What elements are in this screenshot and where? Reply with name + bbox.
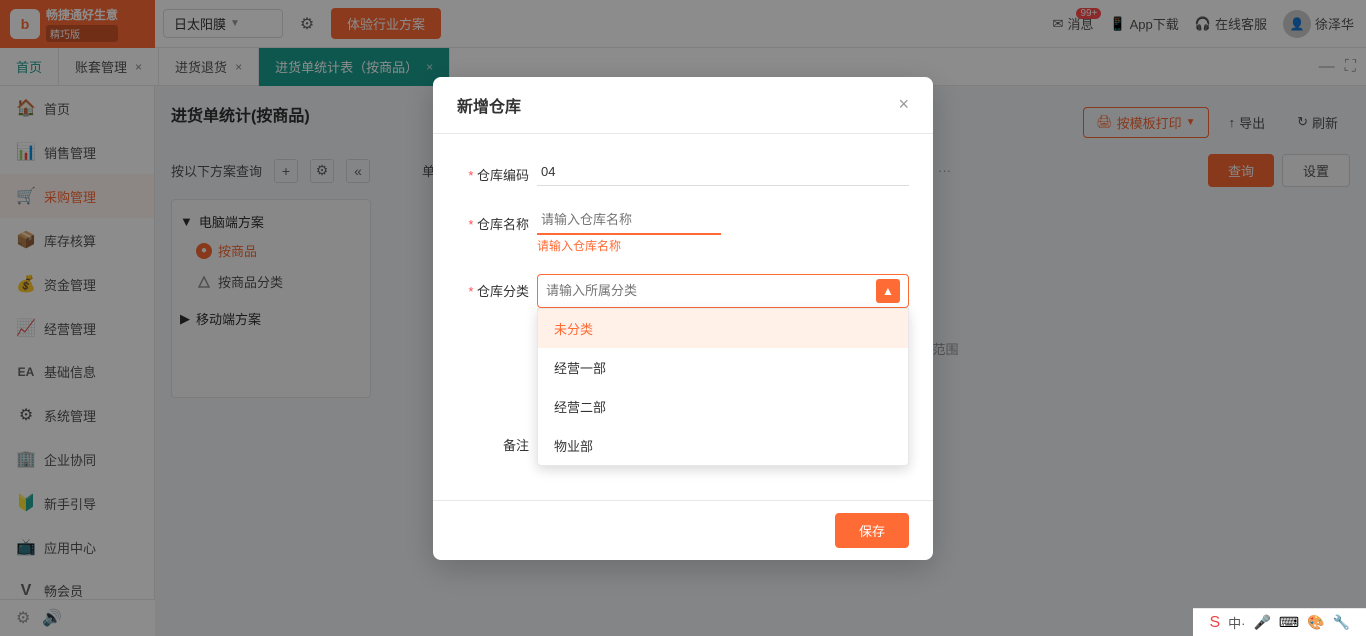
- warehouse-name-row: 仓库名称 请输入仓库名称: [457, 206, 909, 254]
- warehouse-name-label: 仓库名称: [457, 207, 537, 233]
- warehouse-name-error-area: 请输入仓库名称: [457, 237, 621, 254]
- warehouse-name-input-wrapper: [537, 206, 909, 235]
- tool-icon[interactable]: 🔧: [1333, 614, 1350, 631]
- note-label: 备注: [457, 428, 537, 454]
- category-option-3[interactable]: 物业部: [538, 426, 908, 465]
- category-input-wrapper: ▲: [537, 274, 909, 308]
- warehouse-code-row: 仓库编码: [457, 158, 909, 186]
- skin-icon[interactable]: 🎨: [1307, 614, 1324, 631]
- category-dropdown-list: 未分类 经营一部 经营二部 物业部: [537, 308, 909, 466]
- warehouse-name-error-msg: 请输入仓库名称: [537, 239, 621, 253]
- save-button[interactable]: 保存: [835, 513, 909, 548]
- category-toggle-button[interactable]: ▲: [876, 279, 900, 303]
- sogou-icon: S: [1209, 614, 1220, 632]
- modal-body: 仓库编码 仓库名称 请输入仓库名称 仓库分类: [433, 134, 933, 500]
- mic-icon[interactable]: 🎤: [1253, 614, 1270, 631]
- status-bar: S 中· 🎤 ⌨ 🎨 🔧: [1193, 608, 1366, 636]
- category-input[interactable]: [546, 283, 876, 298]
- modal-footer: 保存: [433, 500, 933, 560]
- warehouse-name-input[interactable]: [537, 206, 721, 235]
- keyboard-icon[interactable]: ⌨: [1279, 614, 1299, 631]
- warehouse-code-input[interactable]: [537, 158, 909, 186]
- category-row: 仓库分类 ▲ 未分类 经营一部 经营二部 物业部: [457, 274, 909, 308]
- chinese-input-label: 中·: [1228, 613, 1245, 632]
- modal-overlay: 新增仓库 × 仓库编码 仓库名称 请输入仓库名称: [0, 0, 1366, 636]
- modal-header: 新增仓库 ×: [433, 77, 933, 134]
- modal-close-button[interactable]: ×: [898, 94, 909, 115]
- add-warehouse-modal: 新增仓库 × 仓库编码 仓库名称 请输入仓库名称: [433, 77, 933, 560]
- category-option-1[interactable]: 经营一部: [538, 348, 908, 387]
- category-option-2[interactable]: 经营二部: [538, 387, 908, 426]
- category-option-0[interactable]: 未分类: [538, 309, 908, 348]
- category-label: 仓库分类: [457, 274, 537, 300]
- modal-title: 新增仓库: [457, 93, 521, 117]
- warehouse-code-label: 仓库编码: [457, 158, 537, 184]
